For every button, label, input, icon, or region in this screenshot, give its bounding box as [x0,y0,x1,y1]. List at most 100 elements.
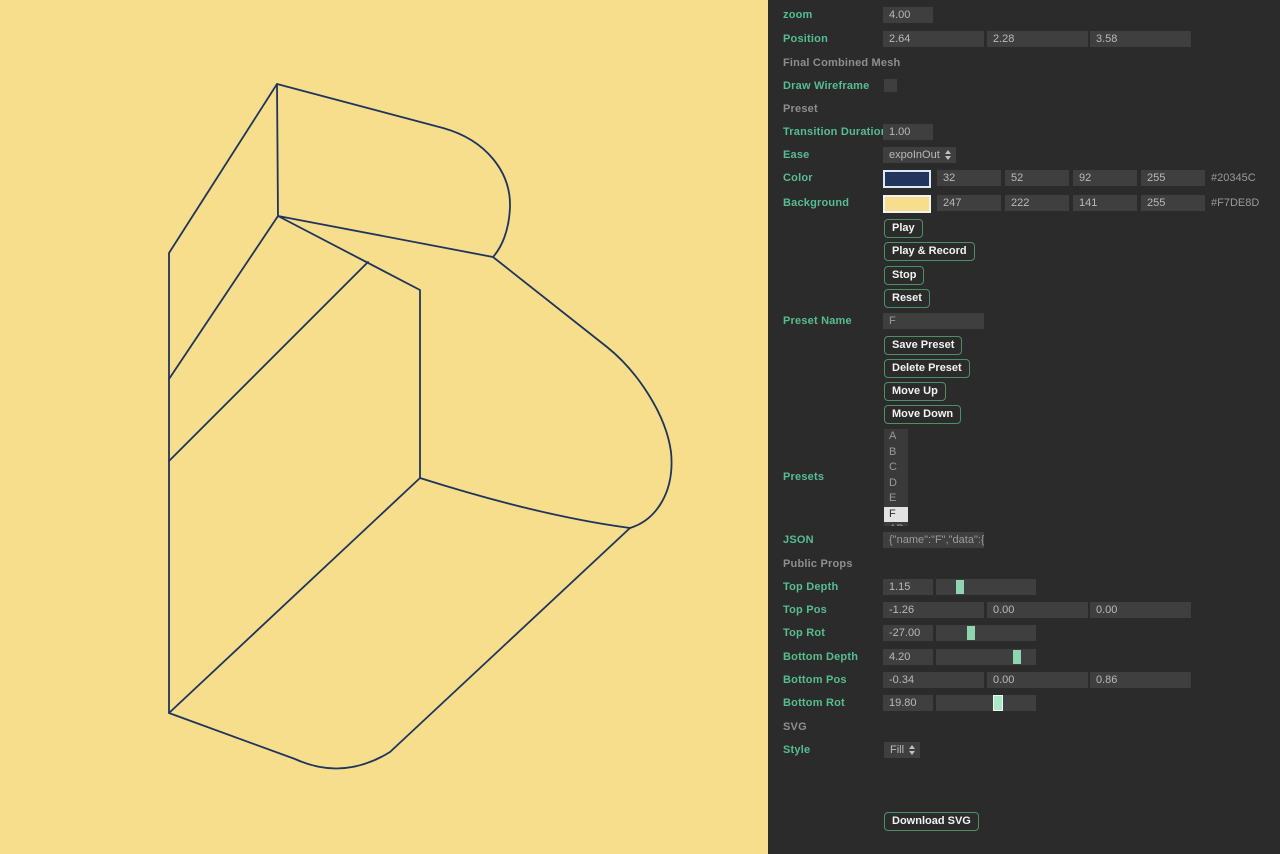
style-select[interactable]: Fill [884,742,920,758]
zoom-row: zoom 4.00 [768,7,1280,25]
public-props-section: Public Props [768,556,1280,574]
move-up-button[interactable]: Move Up [884,382,946,401]
top-depth-slider[interactable] [936,579,1036,595]
bottom-pos-label: Bottom Pos [783,674,847,686]
position-x-input[interactable]: 2.64 [883,31,984,47]
ease-label: Ease [783,149,810,161]
bottom-pos-y-input[interactable]: 0.00 [987,672,1088,688]
top-depth-input[interactable]: 1.15 [883,579,933,595]
background-hex-value: #F7DE8D [1211,197,1259,209]
transition-duration-row: Transition Duration 1.00 [768,124,1280,142]
position-y-input[interactable]: 2.28 [987,31,1088,47]
top-rot-row: Top Rot -27.00 [768,625,1280,643]
top-pos-y-input[interactable]: 0.00 [987,602,1088,618]
ease-row: Ease expoInOut [768,147,1280,165]
bottom-pos-x-input[interactable]: -0.34 [883,672,984,688]
background-row: Background 247 222 141 255 #F7DE8D [768,195,1280,213]
top-depth-row: Top Depth 1.15 [768,579,1280,597]
background-label: Background [783,197,849,209]
color-a-input[interactable]: 255 [1141,170,1205,186]
preset-option-partial[interactable]: AB [884,522,908,526]
play-button[interactable]: Play [884,219,923,238]
presets-row: Presets A B C D E F AB [768,429,1280,526]
bottom-rot-slider[interactable] [936,695,1036,711]
download-svg-button[interactable]: Download SVG [884,812,979,831]
background-g-input[interactable]: 222 [1005,195,1069,211]
move-down-button[interactable]: Move Down [884,405,961,424]
top-pos-row: Top Pos -1.26 0.00 0.00 [768,602,1280,620]
background-r-input[interactable]: 247 [937,195,1001,211]
save-preset-button[interactable]: Save Preset [884,336,962,355]
position-row: Position 2.64 2.28 3.58 [768,31,1280,49]
top-rot-label: Top Rot [783,627,825,639]
bottom-pos-row: Bottom Pos -0.34 0.00 0.86 [768,672,1280,690]
stop-button[interactable]: Stop [884,266,924,285]
delete-preset-button[interactable]: Delete Preset [884,359,970,378]
bottom-depth-slider[interactable] [936,649,1036,665]
letter-inner-edges [169,84,630,713]
bottom-depth-slider-handle[interactable] [1013,650,1021,664]
zoom-input[interactable]: 4.00 [883,7,933,23]
bottom-rot-input[interactable]: 19.80 [883,695,933,711]
bottom-rot-label: Bottom Rot [783,697,845,709]
color-b-input[interactable]: 92 [1073,170,1137,186]
bottom-rot-row: Bottom Rot 19.80 [768,695,1280,713]
top-rot-slider[interactable] [936,625,1036,641]
presets-label: Presets [783,471,824,483]
bottom-pos-z-input[interactable]: 0.86 [1090,672,1191,688]
preset-option[interactable]: B [884,445,908,461]
json-input[interactable]: {"name":"F","data":{ [883,532,984,548]
preset-option-selected[interactable]: F [884,507,908,523]
public-props-title: Public Props [783,558,853,570]
top-pos-z-input[interactable]: 0.00 [1090,602,1191,618]
app-window: zoom 4.00 Position 2.64 2.28 3.58 Final … [0,0,1280,854]
preset-name-label: Preset Name [783,315,852,327]
bottom-rot-slider-handle[interactable] [993,695,1003,711]
bottom-depth-row: Bottom Depth 4.20 [768,649,1280,667]
draw-wireframe-checkbox[interactable] [884,79,897,92]
updown-arrows-icon [909,745,915,755]
transition-duration-input[interactable]: 1.00 [883,124,933,140]
color-row: Color 32 52 92 255 #20345C [768,170,1280,188]
position-z-input[interactable]: 3.58 [1090,31,1191,47]
svg-section-title: SVG [783,721,807,733]
preset-name-row: Preset Name F [768,313,1280,331]
preset-option[interactable]: A [884,429,908,445]
top-pos-x-input[interactable]: -1.26 [883,602,984,618]
bottom-depth-label: Bottom Depth [783,651,858,663]
ease-select[interactable]: expoInOut [883,147,956,163]
presets-listbox[interactable]: A B C D E F AB [884,429,908,526]
color-swatch[interactable] [883,170,931,188]
preset-option[interactable]: C [884,460,908,476]
svg-section: SVG [768,719,1280,737]
transition-duration-label: Transition Duration [783,126,888,138]
color-g-input[interactable]: 52 [1005,170,1069,186]
background-b-input[interactable]: 141 [1073,195,1137,211]
style-selected-value: Fill [890,742,904,758]
draw-wireframe-row: Draw Wireframe [768,78,1280,96]
letter-canvas[interactable] [0,0,768,854]
top-depth-label: Top Depth [783,581,838,593]
background-swatch[interactable] [883,195,931,213]
preset-option[interactable]: D [884,476,908,492]
preset-option[interactable]: E [884,491,908,507]
top-rot-slider-handle[interactable] [967,626,975,640]
preset-section-title: Preset [783,103,818,115]
top-rot-input[interactable]: -27.00 [883,625,933,641]
json-label: JSON [783,534,814,546]
reset-button[interactable]: Reset [884,289,930,308]
position-label: Position [783,33,828,45]
color-r-input[interactable]: 32 [937,170,1001,186]
preset-section: Preset [768,101,1280,119]
background-a-input[interactable]: 255 [1141,195,1205,211]
style-row: Style Fill [768,742,1280,760]
color-hex-value: #20345C [1211,172,1256,184]
control-panel: zoom 4.00 Position 2.64 2.28 3.58 Final … [768,0,1280,854]
top-pos-label: Top Pos [783,604,827,616]
top-depth-slider-handle[interactable] [956,580,964,594]
preset-name-input[interactable]: F [883,313,984,329]
style-label: Style [783,744,810,756]
bottom-depth-input[interactable]: 4.20 [883,649,933,665]
play-record-button[interactable]: Play & Record [884,242,975,261]
json-row: JSON {"name":"F","data":{ [768,532,1280,550]
